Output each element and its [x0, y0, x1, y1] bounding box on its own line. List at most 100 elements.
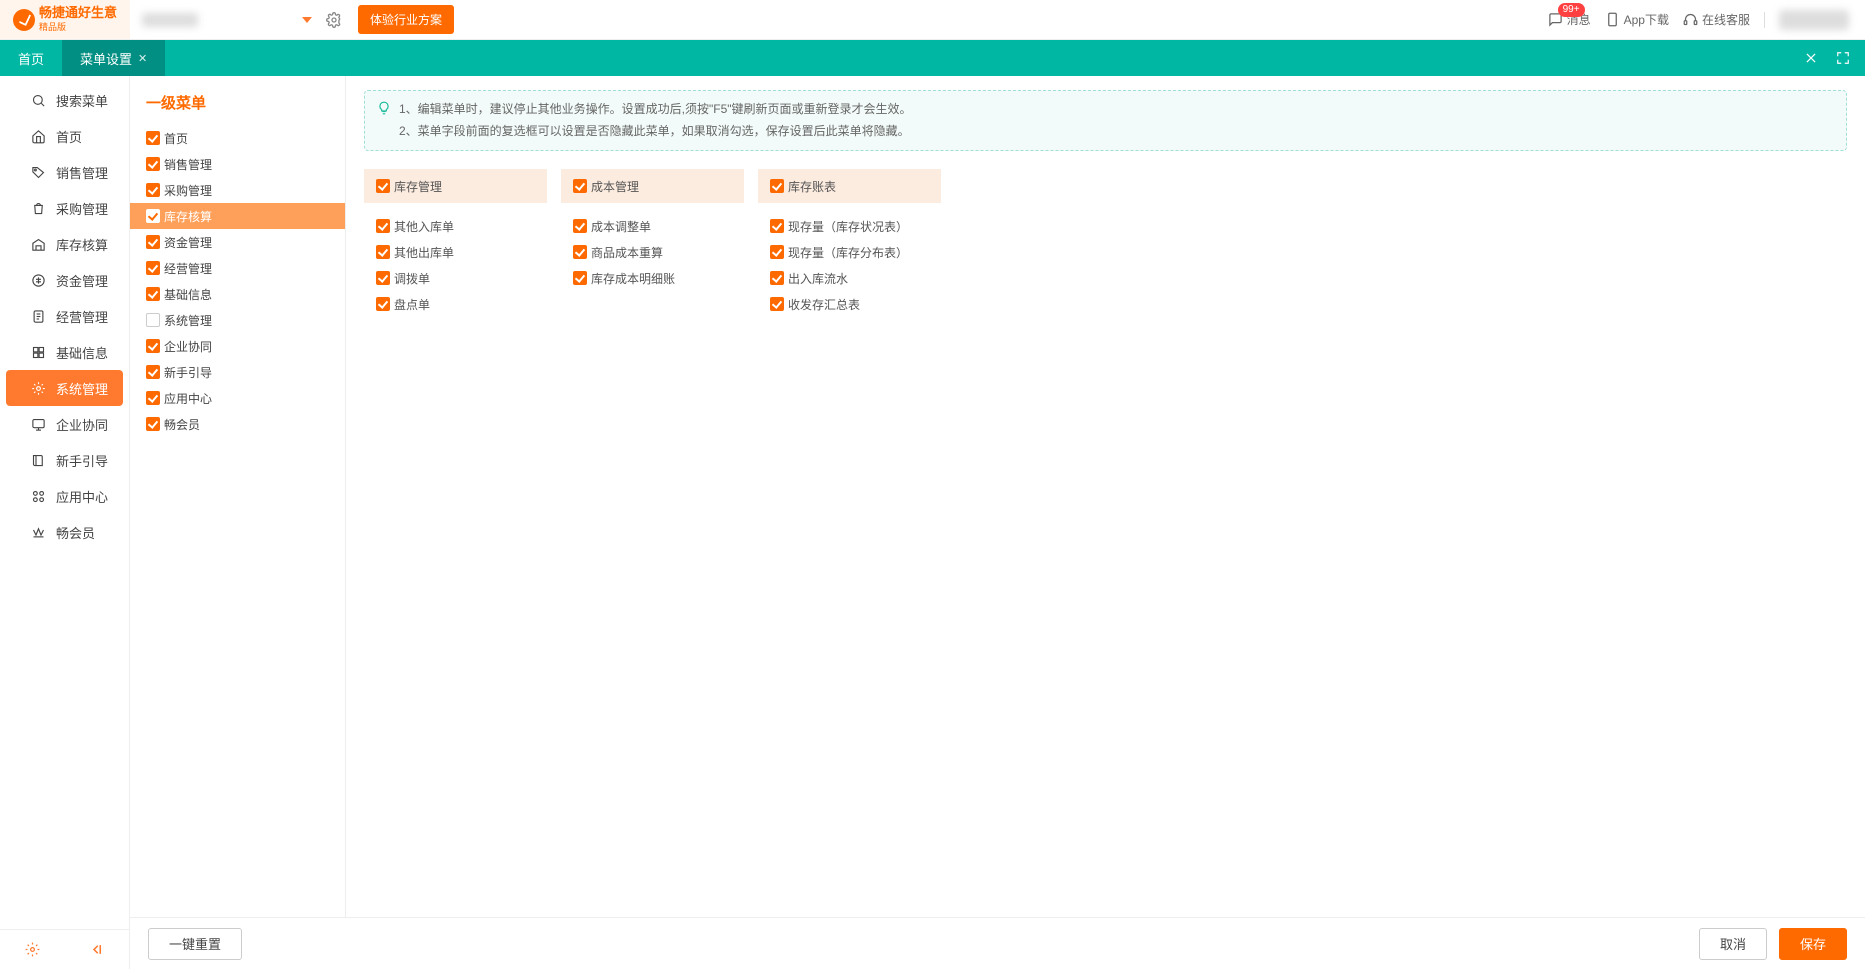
- checkbox-icon[interactable]: [770, 245, 784, 259]
- menu-group-0: 库存管理其他入库单其他出库单调拨单盘点单: [364, 169, 547, 327]
- menu-group-item[interactable]: 现存量（库存分布表）: [770, 239, 929, 265]
- service-link[interactable]: 在线客服: [1683, 11, 1750, 28]
- checkbox-icon[interactable]: [770, 179, 784, 193]
- checkbox-icon[interactable]: [376, 179, 390, 193]
- level1-item-10[interactable]: 应用中心: [130, 385, 345, 411]
- sidebar-item-10[interactable]: 新手引导: [6, 442, 123, 478]
- sidebar-item-6[interactable]: 经营管理: [6, 298, 123, 334]
- user-avatar[interactable]: [1779, 10, 1849, 30]
- grid-icon: [30, 344, 46, 360]
- top-header: 畅捷通好生意 精品版 体验行业方案 99+ 消息 App下载 在线客服: [0, 0, 1865, 40]
- menu-group-header[interactable]: 成本管理: [561, 169, 744, 203]
- checkbox-icon[interactable]: [573, 245, 587, 259]
- service-label: 在线客服: [1702, 11, 1750, 28]
- sidebar-item-3[interactable]: 采购管理: [6, 190, 123, 226]
- menu-group-item[interactable]: 其他入库单: [376, 213, 535, 239]
- menu-group-item-label: 商品成本重算: [591, 244, 663, 261]
- level1-item-4[interactable]: 资金管理: [130, 229, 345, 255]
- level1-item-6[interactable]: 基础信息: [130, 281, 345, 307]
- checkbox-icon[interactable]: [573, 271, 587, 285]
- level1-item-3[interactable]: 库存核算: [130, 203, 345, 229]
- checkbox-icon[interactable]: [376, 297, 390, 311]
- checkbox-icon[interactable]: [770, 219, 784, 233]
- save-button[interactable]: 保存: [1779, 928, 1847, 960]
- checkbox-icon[interactable]: [376, 219, 390, 233]
- checkbox-icon[interactable]: [146, 183, 160, 197]
- search-icon: [30, 92, 46, 108]
- checkbox-icon[interactable]: [146, 157, 160, 171]
- level1-item-1[interactable]: 销售管理: [130, 151, 345, 177]
- level1-item-2[interactable]: 采购管理: [130, 177, 345, 203]
- checkbox-icon[interactable]: [770, 271, 784, 285]
- messages-link[interactable]: 99+ 消息: [1548, 11, 1591, 28]
- close-icon[interactable]: ✕: [138, 52, 147, 65]
- sidebar-item-8[interactable]: 系统管理: [6, 370, 123, 406]
- sidebar-settings-icon[interactable]: [25, 942, 40, 957]
- sidebar-collapse-icon[interactable]: [89, 942, 104, 957]
- checkbox-icon[interactable]: [146, 365, 160, 379]
- menu-group-item[interactable]: 其他出库单: [376, 239, 535, 265]
- org-selector[interactable]: [142, 13, 312, 27]
- checkbox-icon[interactable]: [146, 235, 160, 249]
- level1-item-8[interactable]: 企业协同: [130, 333, 345, 359]
- checkbox-icon[interactable]: [146, 287, 160, 301]
- checkbox-icon[interactable]: [573, 219, 587, 233]
- sidebar-item-label: 畅会员: [56, 523, 95, 542]
- menu-group-header[interactable]: 库存管理: [364, 169, 547, 203]
- menu-group-item[interactable]: 盘点单: [376, 291, 535, 317]
- tab-menu-settings[interactable]: 菜单设置 ✕: [62, 40, 165, 76]
- sidebar-item-7[interactable]: 基础信息: [6, 334, 123, 370]
- checkbox-icon[interactable]: [146, 261, 160, 275]
- industry-plan-button[interactable]: 体验行业方案: [358, 5, 454, 34]
- fullscreen-button[interactable]: [1831, 46, 1855, 70]
- menu-group-item[interactable]: 出入库流水: [770, 265, 929, 291]
- level1-item-9[interactable]: 新手引导: [130, 359, 345, 385]
- menu-group-item[interactable]: 收发存汇总表: [770, 291, 929, 317]
- checkbox-icon[interactable]: [146, 209, 160, 223]
- settings-icon[interactable]: [326, 12, 342, 28]
- checkbox-icon[interactable]: [376, 271, 390, 285]
- bag-icon: [30, 200, 46, 216]
- download-link[interactable]: App下载: [1605, 11, 1669, 28]
- level1-item-label: 库存核算: [164, 208, 212, 225]
- checkbox-icon[interactable]: [376, 245, 390, 259]
- cancel-button[interactable]: 取消: [1699, 928, 1767, 960]
- checkbox-icon[interactable]: [146, 131, 160, 145]
- menu-group-item[interactable]: 商品成本重算: [573, 239, 732, 265]
- sidebar-item-1[interactable]: 首页: [6, 118, 123, 154]
- checkbox-icon[interactable]: [146, 339, 160, 353]
- level1-item-label: 畅会员: [164, 416, 200, 433]
- level1-item-5[interactable]: 经营管理: [130, 255, 345, 281]
- level1-item-11[interactable]: 畅会员: [130, 411, 345, 437]
- level1-item-0[interactable]: 首页: [130, 125, 345, 151]
- checkbox-icon[interactable]: [146, 417, 160, 431]
- sidebar-item-4[interactable]: 库存核算: [6, 226, 123, 262]
- menu-group-item-label: 收发存汇总表: [788, 296, 860, 313]
- brand-icon: [13, 9, 35, 31]
- checkbox-icon[interactable]: [770, 297, 784, 311]
- sidebar-item-9[interactable]: 企业协同: [6, 406, 123, 442]
- menu-group-item[interactable]: 库存成本明细账: [573, 265, 732, 291]
- sidebar-item-12[interactable]: 畅会员: [6, 514, 123, 550]
- menu-group-item[interactable]: 成本调整单: [573, 213, 732, 239]
- level1-title: 一级菜单: [130, 88, 345, 125]
- coin-icon: [30, 272, 46, 288]
- tab-home[interactable]: 首页: [0, 40, 62, 76]
- screen-icon: [30, 416, 46, 432]
- brand-logo[interactable]: 畅捷通好生意 精品版: [0, 0, 130, 39]
- menu-group-item[interactable]: 调拨单: [376, 265, 535, 291]
- checkbox-icon[interactable]: [146, 391, 160, 405]
- sidebar-item-11[interactable]: 应用中心: [6, 478, 123, 514]
- reset-button[interactable]: 一键重置: [148, 928, 242, 960]
- level1-item-label: 系统管理: [164, 312, 212, 329]
- checkbox-icon[interactable]: [146, 313, 160, 327]
- sidebar-item-label: 新手引导: [56, 451, 108, 470]
- menu-group-item[interactable]: 现存量（库存状况表）: [770, 213, 929, 239]
- level1-item-7[interactable]: 系统管理: [130, 307, 345, 333]
- tab-close-all-button[interactable]: [1799, 46, 1823, 70]
- sidebar-item-5[interactable]: 资金管理: [6, 262, 123, 298]
- sidebar-item-0[interactable]: 搜索菜单: [6, 82, 123, 118]
- sidebar-item-2[interactable]: 销售管理: [6, 154, 123, 190]
- menu-group-header[interactable]: 库存账表: [758, 169, 941, 203]
- checkbox-icon[interactable]: [573, 179, 587, 193]
